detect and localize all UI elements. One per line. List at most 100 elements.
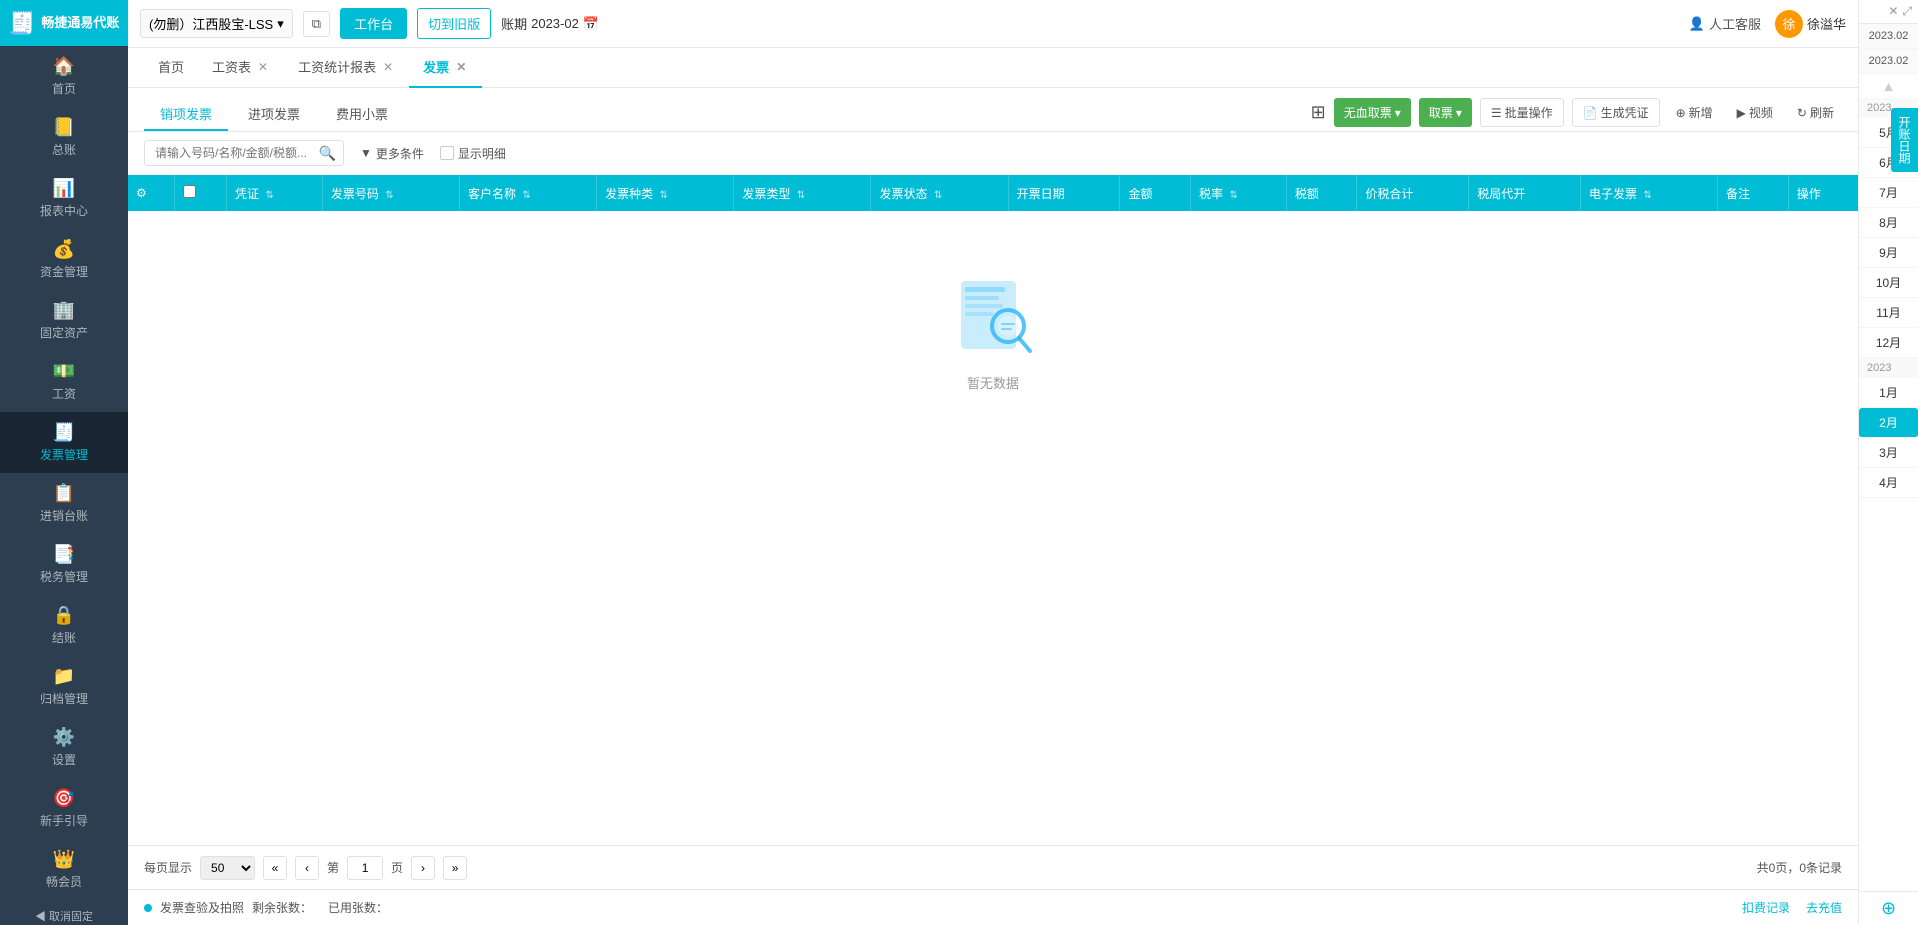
sidebar-item-reports[interactable]: 📊 报表中心 [0, 168, 128, 229]
date-item-2023-02-a[interactable]: 2023.02 [1859, 24, 1918, 49]
sidebar-item-salary[interactable]: 💵 工资 [0, 351, 128, 412]
sidebar-item-ledger[interactable]: 📒 总账 [0, 107, 128, 168]
scroll-down-btn[interactable]: ⊕ [1881, 898, 1896, 918]
first-page-btn[interactable]: « [263, 856, 287, 880]
month-11[interactable]: 11月 [1859, 298, 1918, 328]
period-display: 账期 2023-02 📅 [501, 14, 599, 33]
tab-salary-table[interactable]: 工资表 ✕ [198, 47, 284, 88]
month-12[interactable]: 12月 [1859, 328, 1918, 358]
invoice-status-sort-icon[interactable]: ⇅ [934, 190, 942, 201]
prev-page-btn[interactable]: ‹ [295, 856, 319, 880]
month-7[interactable]: 7月 [1859, 178, 1918, 208]
company-name: (勿删）江西股宝-LSS [149, 14, 273, 33]
gen-voucher-btn[interactable]: 📄 生成凭证 [1572, 98, 1660, 127]
sidebar-item-invoice[interactable]: 🧾 发票管理 [0, 412, 128, 473]
search-input[interactable] [144, 140, 344, 166]
company-selector[interactable]: (勿删）江西股宝-LSS ▾ [140, 9, 293, 38]
next-page-btn[interactable]: › [411, 856, 435, 880]
go-record-link[interactable]: 去充值 [1806, 899, 1842, 916]
tab-salary-stats-close[interactable]: ✕ [381, 60, 395, 74]
tab-salary-stats[interactable]: 工资统计报表 ✕ [284, 47, 409, 88]
tab-salary-table-close[interactable]: ✕ [256, 60, 270, 74]
sidebar-item-tax[interactable]: 📑 税务管理 [0, 534, 128, 595]
invoice-type-sort-icon[interactable]: ⇅ [660, 190, 668, 201]
batch-ops-label: 批量操作 [1505, 104, 1553, 121]
sub-tab-expense-receipt[interactable]: 费用小票 [320, 98, 404, 131]
scroll-up-btn[interactable]: ▲ [1859, 74, 1918, 98]
sidebar-item-label: 工资 [52, 385, 76, 402]
e-invoice-sort-icon[interactable]: ⇅ [1643, 190, 1651, 201]
sidebar-item-sales[interactable]: 📋 进销台账 [0, 473, 128, 534]
show-detail-checkbox[interactable] [440, 146, 454, 160]
workbench-btn[interactable]: 工作台 [340, 8, 407, 39]
new-btn[interactable]: ⊕ 新增 [1668, 99, 1721, 126]
month-8[interactable]: 8月 [1859, 208, 1918, 238]
col-e-invoice: 电子发票 ⇅ [1581, 175, 1718, 211]
sidebar-item-close[interactable]: 🔒 结账 [0, 595, 128, 656]
remaining-label: 剩余张数： [252, 899, 312, 916]
sales-icon: 📋 [53, 483, 75, 504]
year-label-current: 2023 [1859, 358, 1918, 378]
refresh-btn[interactable]: ↻ 刷新 [1789, 99, 1842, 126]
per-page-label: 每页显示 [144, 859, 192, 876]
tab-salary-stats-label: 工资统计报表 [298, 57, 376, 76]
select-all-checkbox[interactable] [183, 185, 196, 198]
more-filter-btn[interactable]: ▼ 更多条件 [352, 141, 432, 166]
service-btn[interactable]: 👤 人工客服 [1689, 14, 1761, 33]
tab-invoice-close[interactable]: ✕ [454, 60, 468, 74]
user-menu[interactable]: 徐 徐溢华 [1775, 10, 1846, 38]
date-item-2023-02-b[interactable]: 2023.02 [1859, 49, 1918, 74]
tab-invoice[interactable]: 发票 ✕ [409, 47, 482, 88]
close-period-icon: 🔒 [53, 605, 75, 626]
main-content: (勿删）江西股宝-LSS ▾ ⧉ 工作台 切到旧版 账期 2023-02 📅 👤… [128, 0, 1858, 925]
service-label: 人工客服 [1709, 14, 1761, 33]
open-period-btn[interactable]: 开账日期 [1891, 108, 1918, 172]
sidebar-item-guide[interactable]: 🎯 新手引导 [0, 778, 128, 839]
month-1[interactable]: 1月 [1859, 378, 1918, 408]
batch-ops-btn[interactable]: ☰ 批量操作 [1480, 98, 1564, 127]
sidebar-item-home[interactable]: 🏠 首页 [0, 46, 128, 107]
sidebar-item-label: 归档管理 [40, 690, 88, 707]
copy-company-btn[interactable]: ⧉ [303, 11, 330, 37]
sub-tab-bar: 销项发票 进项发票 费用小票 ⊞ 无血取票 ▾ 取票 ▾ ☰ [128, 88, 1858, 132]
last-page-btn[interactable]: » [443, 856, 467, 880]
col-invoice-type: 发票种类 ⇅ [597, 175, 734, 211]
sidebar-item-settings[interactable]: ⚙️ 设置 [0, 717, 128, 778]
add-record-link[interactable]: 扣费记录 [1742, 899, 1790, 916]
sidebar-item-funds[interactable]: 💰 资金管理 [0, 229, 128, 290]
video-btn[interactable]: ▶ 视频 [1729, 99, 1781, 126]
month-3[interactable]: 3月 [1859, 438, 1918, 468]
sidebar-item-member[interactable]: 👑 畅会员 [0, 839, 128, 900]
right-panel-close-btn[interactable]: ✕ [1888, 4, 1898, 19]
sidebar-logo: 🧾 畅捷通易代账 [0, 0, 128, 46]
month-10[interactable]: 10月 [1859, 268, 1918, 298]
ticket-label: 取票 [1429, 104, 1453, 121]
reports-icon: 📊 [53, 178, 75, 199]
sidebar-item-archive[interactable]: 📁 归档管理 [0, 656, 128, 717]
sidebar-pin-btn[interactable]: ◀ 取消固定 [0, 900, 128, 925]
no-ticket-btn[interactable]: 无血取票 ▾ [1334, 98, 1411, 127]
ticket-btn[interactable]: 取票 ▾ [1419, 98, 1472, 127]
sub-tab-purchase-invoice[interactable]: 进项发票 [232, 98, 316, 131]
col-checkbox[interactable] [175, 175, 227, 211]
sidebar-item-assets[interactable]: 🏢 固定资产 [0, 290, 128, 351]
page-suffix: 页 [391, 859, 403, 876]
invoice-category-sort-icon[interactable]: ⇅ [797, 190, 805, 201]
grid-layout-icon[interactable]: ⊞ [1311, 102, 1326, 123]
customer-sort-icon[interactable]: ⇅ [522, 190, 530, 201]
sub-tab-sales-invoice[interactable]: 销项发票 [144, 98, 228, 131]
tab-home[interactable]: 首页 [144, 47, 198, 88]
col-settings[interactable]: ⚙ [128, 175, 175, 211]
right-panel-expand-btn[interactable]: ⤢ [1902, 4, 1912, 19]
invoice-no-sort-icon[interactable]: ⇅ [385, 190, 393, 201]
per-page-select[interactable]: 50 10 20 100 [200, 856, 255, 880]
month-2-active[interactable]: 2月 [1859, 408, 1918, 438]
sidebar-item-label: 进销台账 [40, 507, 88, 524]
voucher-sort-icon[interactable]: ⇅ [265, 190, 273, 201]
month-9[interactable]: 9月 [1859, 238, 1918, 268]
show-detail-label[interactable]: 显示明细 [440, 145, 506, 162]
switch-version-btn[interactable]: 切到旧版 [417, 8, 491, 39]
month-4[interactable]: 4月 [1859, 468, 1918, 498]
page-input[interactable] [347, 856, 383, 880]
tax-rate-sort-icon[interactable]: ⇅ [1229, 190, 1237, 201]
